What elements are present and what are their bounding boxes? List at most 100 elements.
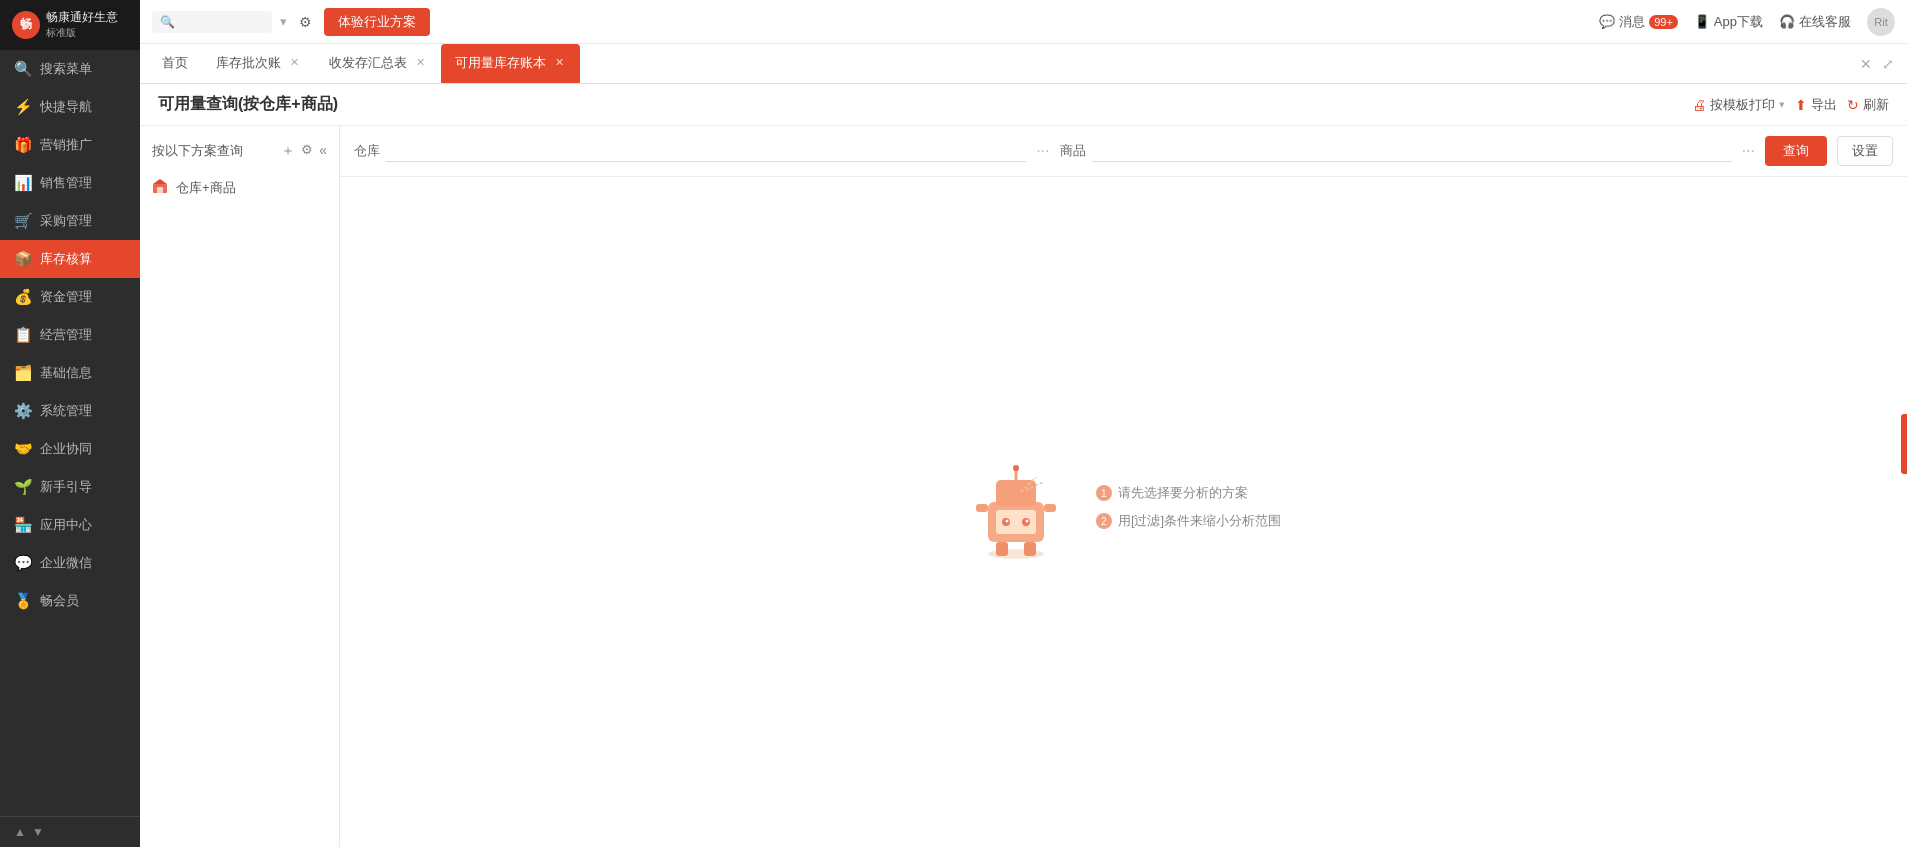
sidebar-item-system[interactable]: ⚙️ 系统管理	[0, 392, 140, 430]
sidebar-item-marketing[interactable]: 🎁 营销推广	[0, 126, 140, 164]
export-label: 导出	[1811, 96, 1837, 114]
gift-icon: 🎁	[14, 136, 32, 154]
sidebar-item-sales[interactable]: 📊 销售管理	[0, 164, 140, 202]
sidebar-item-finance[interactable]: 💰 资金管理	[0, 278, 140, 316]
sidebar-item-label: 企业协同	[40, 440, 92, 458]
settings-btn[interactable]: 设置	[1837, 136, 1893, 166]
app-download-label: App下载	[1714, 13, 1763, 31]
empty-tip-2: 2 用[过滤]条件来缩小分析范围	[1096, 512, 1281, 530]
sidebar-item-label: 畅会员	[40, 592, 79, 610]
sidebar-item-basic-info[interactable]: 🗂️ 基础信息	[0, 354, 140, 392]
svg-rect-16	[1044, 504, 1056, 512]
collapse-filter-icon[interactable]: «	[319, 142, 327, 160]
wechat-icon: 💬	[14, 554, 32, 572]
print-label: 按模板打印	[1710, 96, 1775, 114]
svg-marker-1	[153, 179, 167, 184]
filter-item-warehouse-goods[interactable]: 仓库+商品	[140, 170, 339, 205]
print-dropdown-icon: ▾	[1779, 98, 1785, 111]
sidebar-item-label: 企业微信	[40, 554, 92, 572]
refresh-btn[interactable]: ↻ 刷新	[1847, 96, 1889, 114]
phone-icon: 📱	[1694, 14, 1710, 29]
sidebar-item-label: 新手引导	[40, 478, 92, 496]
scroll-up-icon[interactable]: ▲	[14, 825, 26, 839]
tab-home[interactable]: 首页	[148, 44, 202, 83]
logo-icon: 畅	[12, 11, 40, 39]
tab-home-label: 首页	[162, 54, 188, 72]
export-btn[interactable]: ⬆ 导出	[1795, 96, 1837, 114]
topbar-search[interactable]: 🔍	[152, 11, 272, 33]
tip-num-1: 1	[1096, 485, 1112, 501]
trial-btn[interactable]: 体验行业方案	[324, 8, 430, 36]
appstore-icon: 🏪	[14, 516, 32, 534]
tab-recv-summary-close[interactable]: ✕	[413, 56, 427, 70]
newbie-icon: 🌱	[14, 478, 32, 496]
right-edge-handle[interactable]	[1901, 414, 1907, 474]
svg-point-8	[1005, 520, 1008, 523]
warehouse-more-icon[interactable]: ···	[1036, 142, 1049, 160]
settings-filter-icon[interactable]: ⚙	[301, 142, 313, 160]
online-service-btn[interactable]: 🎧 在线客服	[1779, 13, 1851, 31]
query-bar: 仓库 ··· 商品 ··· 查询 设置	[340, 126, 1907, 177]
tab-batch-account-close[interactable]: ✕	[287, 56, 301, 70]
sidebar-item-shortcut[interactable]: ⚡ 快捷导航	[0, 88, 140, 126]
add-filter-icon[interactable]: ＋	[281, 142, 295, 160]
sidebar-item-label: 经营管理	[40, 326, 92, 344]
user-area[interactable]: Rit	[1867, 8, 1895, 36]
sidebar-item-label: 快捷导航	[40, 98, 92, 116]
sidebar-item-label: 库存核算	[40, 250, 92, 268]
settings-icon[interactable]: ⚙	[299, 14, 312, 30]
goods-input[interactable]	[1092, 140, 1732, 162]
message-icon: 💬	[1599, 14, 1615, 29]
basicinfo-icon: 🗂️	[14, 364, 32, 382]
tab-available-ledger-close[interactable]: ✕	[552, 56, 566, 70]
query-btn[interactable]: 查询	[1765, 136, 1827, 166]
topbar-dropdown-icon[interactable]: ▾	[280, 14, 287, 29]
tab-recv-summary[interactable]: 收发存汇总表 ✕	[315, 44, 441, 83]
inventory-icon: 📦	[14, 250, 32, 268]
app-name: 畅康通好生意	[46, 10, 118, 26]
page-header: 可用量查询(按仓库+商品) 🖨 按模板打印 ▾ ⬆ 导出 ↻ 刷新	[140, 84, 1907, 126]
goods-label: 商品	[1060, 142, 1086, 160]
scroll-down-icon[interactable]: ▼	[32, 825, 44, 839]
sidebar-item-member[interactable]: 🏅 畅会员	[0, 582, 140, 620]
expand-window-btn[interactable]: ⤢	[1877, 53, 1899, 75]
warehouse-input[interactable]	[386, 140, 1026, 162]
close-window-btn[interactable]: ✕	[1855, 53, 1877, 75]
print-icon: 🖨	[1692, 97, 1706, 113]
sidebar-item-label: 搜索菜单	[40, 60, 92, 78]
svg-rect-15	[976, 504, 988, 512]
topbar: 🔍 ▾ ⚙ 体验行业方案 💬 消息 99+ 📱 App下载 🎧 在线客服 Rit	[140, 0, 1907, 44]
tab-batch-account[interactable]: 库存批次账 ✕	[202, 44, 315, 83]
sidebar: 畅 畅康通好生意 标准版 🔍 搜索菜单 ⚡ 快捷导航 🎁 营销推广 📊 销售管理…	[0, 0, 140, 847]
shortcut-icon: ⚡	[14, 98, 32, 116]
sidebar-item-newbie[interactable]: 🌱 新手引导	[0, 468, 140, 506]
search-icon: 🔍	[160, 15, 175, 29]
sidebar-item-purchase[interactable]: 🛒 采购管理	[0, 202, 140, 240]
sidebar-item-label: 销售管理	[40, 174, 92, 192]
svg-point-12	[1013, 465, 1019, 471]
empty-tip-1: 1 请先选择要分析的方案	[1096, 484, 1281, 502]
filter-header-icons: ＋ ⚙ «	[281, 142, 327, 160]
message-label: 消息	[1619, 13, 1645, 31]
print-template-btn[interactable]: 🖨 按模板打印 ▾	[1692, 96, 1785, 114]
sidebar-item-appstore[interactable]: 🏪 应用中心	[0, 506, 140, 544]
sidebar-footer: ▲ ▼	[0, 816, 140, 847]
sidebar-item-search[interactable]: 🔍 搜索菜单	[0, 50, 140, 88]
sidebar-item-label: 营销推广	[40, 136, 92, 154]
sidebar-item-label: 应用中心	[40, 516, 92, 534]
search-icon: 🔍	[14, 60, 32, 78]
goods-more-icon[interactable]: ···	[1742, 142, 1755, 160]
sidebar-item-enterprise[interactable]: 🤝 企业协同	[0, 430, 140, 468]
sidebar-logo: 畅 畅康通好生意 标准版	[0, 0, 140, 50]
tab-recv-summary-label: 收发存汇总表	[329, 54, 407, 72]
sales-icon: 📊	[14, 174, 32, 192]
sidebar-item-operation[interactable]: 📋 经营管理	[0, 316, 140, 354]
message-btn[interactable]: 💬 消息 99+	[1599, 13, 1678, 31]
sidebar-item-label: 采购管理	[40, 212, 92, 230]
tab-available-ledger[interactable]: 可用量库存账本 ✕	[441, 44, 580, 83]
app-download-btn[interactable]: 📱 App下载	[1694, 13, 1763, 31]
sidebar-item-inventory[interactable]: 📦 库存核算	[0, 240, 140, 278]
sidebar-item-wechat[interactable]: 💬 企业微信	[0, 544, 140, 582]
page-title: 可用量查询(按仓库+商品)	[158, 94, 338, 115]
svg-point-9	[1025, 520, 1028, 523]
